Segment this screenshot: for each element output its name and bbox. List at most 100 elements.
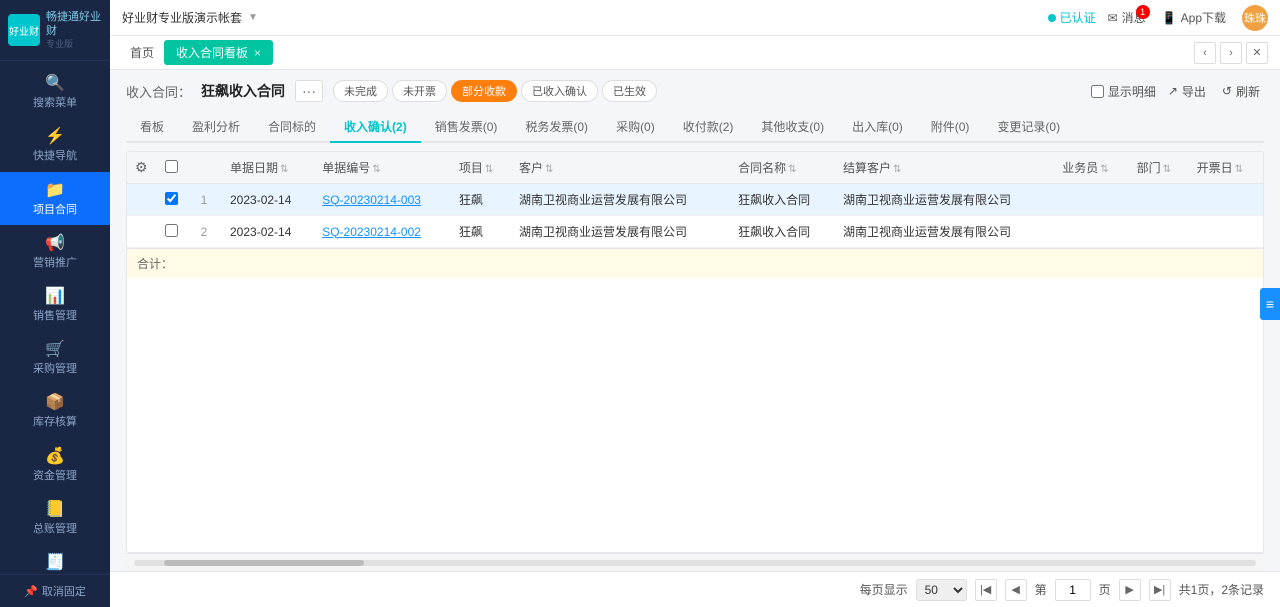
message-button[interactable]: ✉ 1 消息: [1108, 9, 1146, 26]
status-btn-3[interactable]: 已收入确认: [521, 80, 598, 102]
sidebar-icon-invoice: 🧾: [45, 552, 65, 572]
app-download-button[interactable]: 📱 App下载: [1162, 9, 1226, 26]
sidebar-item-marketing[interactable]: 📢营销推广: [0, 225, 110, 278]
subtab-5[interactable]: 税务发票(0): [511, 112, 602, 143]
row-checkbox-0[interactable]: [165, 192, 178, 205]
status-btn-1[interactable]: 未开票: [392, 80, 447, 102]
pagination-prev-button[interactable]: ◀: [1005, 579, 1027, 601]
col-header-open_date[interactable]: 开票日⇅: [1189, 152, 1263, 184]
notif-badge: 1: [1136, 5, 1150, 19]
col-header-contract[interactable]: 合同名称⇅: [730, 152, 835, 184]
row-check-cell-0[interactable]: [157, 184, 186, 216]
sidebar-item-sales[interactable]: 📊销售管理: [0, 278, 110, 331]
table-header-row: ⚙单据日期⇅单据编号⇅项目⇅客户⇅合同名称⇅结算客户⇅业务员⇅部门⇅开票日⇅: [127, 152, 1263, 184]
col-header-gear[interactable]: ⚙: [127, 152, 157, 184]
col-label-settle_customer: 结算客户: [843, 161, 891, 175]
subtab-2[interactable]: 合同标的: [254, 112, 330, 143]
show-detail-checkbox[interactable]: 显示明细: [1091, 83, 1156, 100]
refresh-button[interactable]: ↺ 刷新: [1218, 81, 1264, 102]
topbar: 好业财专业版演示帐套 ▼ 已认证 ✉ 1 消息 📱 App下载 珠珠: [110, 0, 1280, 36]
company-selector[interactable]: 好业财专业版演示帐套 ▼: [122, 9, 1036, 26]
home-tab[interactable]: 首页: [122, 44, 162, 61]
export-button[interactable]: ↗ 导出: [1164, 81, 1210, 102]
col-header-settle_customer[interactable]: 结算客户⇅: [835, 152, 1054, 184]
user-avatar[interactable]: 珠珠: [1242, 5, 1268, 31]
col-header-customer[interactable]: 客户⇅: [511, 152, 730, 184]
col-header-project[interactable]: 项目⇅: [451, 152, 511, 184]
row-check-cell-1[interactable]: [157, 216, 186, 248]
row-code-link-1[interactable]: SQ-20230214-002: [322, 225, 421, 239]
pagination: 每页显示 50 100 200 |◀ ◀ 第 页 ▶ ▶| 共1页，2条记录: [110, 571, 1280, 607]
status-btn-2[interactable]: 部分收款: [451, 80, 517, 102]
row-code-1[interactable]: SQ-20230214-002: [314, 216, 451, 248]
subtab-11[interactable]: 变更记录(0): [983, 112, 1074, 143]
select-all-checkbox[interactable]: [165, 160, 178, 173]
sort-icon-open_date[interactable]: ⇅: [1235, 164, 1243, 175]
sidebar-item-purchase[interactable]: 🛒采购管理: [0, 331, 110, 384]
sort-icon-salesman[interactable]: ⇅: [1100, 164, 1108, 175]
status-btn-4[interactable]: 已生效: [602, 80, 657, 102]
scrollbar-thumb[interactable]: [164, 560, 364, 566]
sidebar-item-search[interactable]: 🔍搜索菜单: [0, 65, 110, 118]
sidebar-item-inventory[interactable]: 📦库存核算: [0, 384, 110, 437]
active-tab[interactable]: 收入合同看板 ×: [164, 40, 273, 65]
scrollbar-track[interactable]: [134, 560, 1256, 566]
settings-gear-icon[interactable]: ⚙: [135, 159, 148, 175]
horizontal-scrollbar[interactable]: [126, 553, 1264, 571]
sidebar-icon-sales: 📊: [45, 286, 65, 306]
tab-prev-button[interactable]: ‹: [1194, 42, 1216, 64]
right-sidebar-icon[interactable]: ≡: [1260, 288, 1280, 320]
pagination-first-button[interactable]: |◀: [975, 579, 997, 601]
subtab-0[interactable]: 看板: [126, 112, 178, 143]
status-btn-0[interactable]: 未完成: [333, 80, 388, 102]
sort-icon-code[interactable]: ⇅: [372, 164, 380, 175]
row-department-1: [1129, 216, 1189, 248]
col-header-num[interactable]: [186, 152, 222, 184]
subtab-9[interactable]: 出入库(0): [838, 112, 917, 143]
col-header-salesman[interactable]: 业务员⇅: [1054, 152, 1128, 184]
sort-icon-project[interactable]: ⇅: [485, 164, 493, 175]
sidebar-icon-capital: 💰: [45, 446, 65, 466]
show-detail-input[interactable]: [1091, 85, 1104, 98]
row-code-0[interactable]: SQ-20230214-003: [314, 184, 451, 216]
sort-icon-settle_customer[interactable]: ⇅: [893, 164, 901, 175]
row-open-date-0: [1189, 184, 1263, 216]
pagination-last-button[interactable]: ▶|: [1149, 579, 1171, 601]
col-header-code[interactable]: 单据编号⇅: [314, 152, 451, 184]
subtab-10[interactable]: 附件(0): [917, 112, 984, 143]
tab-close-button[interactable]: ×: [254, 46, 261, 60]
sort-icon-department[interactable]: ⇅: [1163, 164, 1171, 175]
row-settings-0: [127, 184, 157, 216]
sort-icon-contract[interactable]: ⇅: [788, 164, 796, 175]
subtab-6[interactable]: 采购(0): [602, 112, 669, 143]
sort-icon-customer[interactable]: ⇅: [545, 164, 553, 175]
sidebar-item-quick-nav[interactable]: ⚡快捷导航: [0, 118, 110, 171]
more-options-button[interactable]: ···: [295, 80, 323, 102]
main-area: 好业财专业版演示帐套 ▼ 已认证 ✉ 1 消息 📱 App下载 珠珠 首页: [110, 0, 1280, 607]
sidebar-item-invoice[interactable]: 🧾发票管理: [0, 544, 110, 574]
app-download-icon: 📱: [1162, 11, 1177, 25]
per-page-select[interactable]: 50 100 200: [916, 579, 967, 601]
row-project-1: 狂飙: [451, 216, 511, 248]
col-header-date[interactable]: 单据日期⇅: [222, 152, 314, 184]
col-header-check[interactable]: [157, 152, 186, 184]
subtab-4[interactable]: 销售发票(0): [421, 112, 512, 143]
row-code-link-0[interactable]: SQ-20230214-003: [322, 193, 421, 207]
sidebar-item-capital[interactable]: 💰资金管理: [0, 438, 110, 491]
page-header: 收入合同： 狂飙收入合同 ··· 未完成未开票部分收款已收入确认已生效 显示明细…: [126, 80, 1264, 102]
subtab-7[interactable]: 收付款(2): [669, 112, 748, 143]
sidebar-item-project[interactable]: 📁项目合同: [0, 172, 110, 225]
subtab-3[interactable]: 收入确认(2): [330, 112, 421, 143]
subtab-1[interactable]: 盈利分析: [178, 112, 254, 143]
tab-next-button[interactable]: ›: [1220, 42, 1242, 64]
pagination-next-button[interactable]: ▶: [1119, 579, 1141, 601]
subtab-8[interactable]: 其他收支(0): [747, 112, 838, 143]
row-date-0: 2023-02-14: [222, 184, 314, 216]
tab-close-all-button[interactable]: ✕: [1246, 42, 1268, 64]
pagination-page-input[interactable]: [1055, 579, 1091, 601]
sidebar-item-accounting[interactable]: 📒总账管理: [0, 491, 110, 544]
sort-icon-date[interactable]: ⇅: [280, 164, 288, 175]
row-checkbox-1[interactable]: [165, 224, 178, 237]
col-header-department[interactable]: 部门⇅: [1129, 152, 1189, 184]
unpin-button[interactable]: 📌 取消固定: [0, 574, 110, 607]
